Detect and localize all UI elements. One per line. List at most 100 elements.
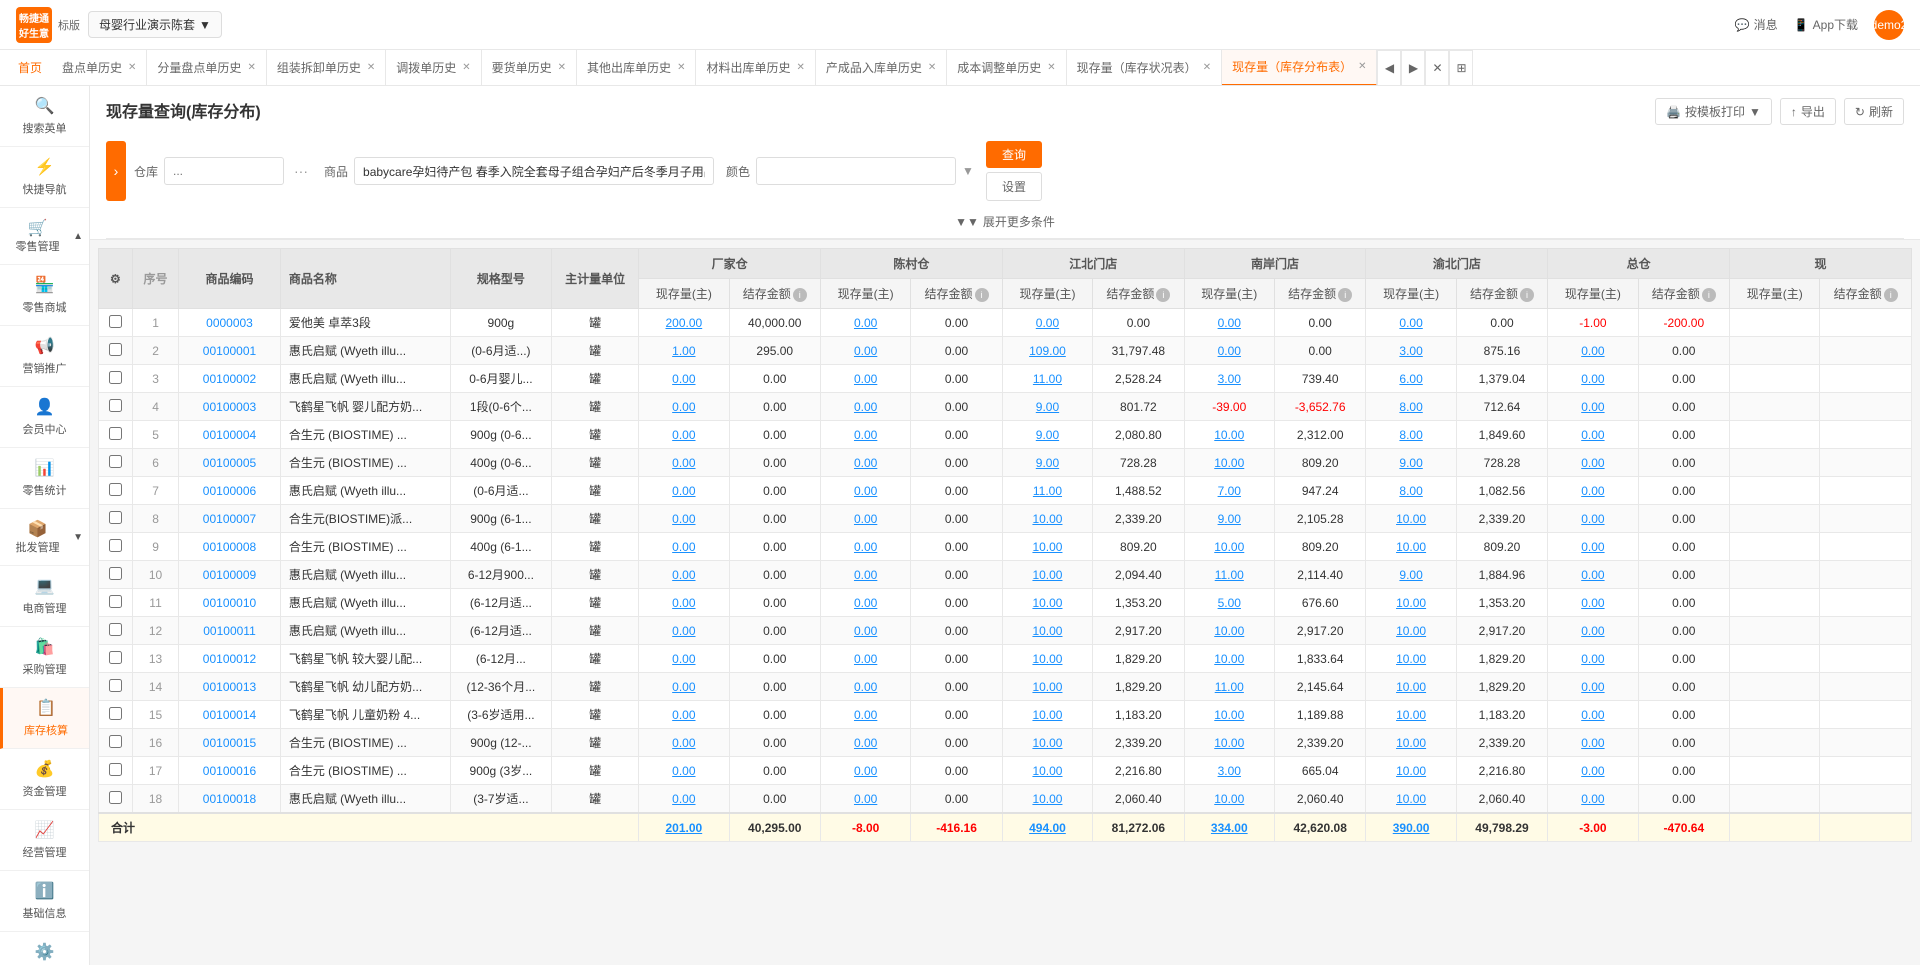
company-selector[interactable]: 母婴行业演示陈套 ▼ [88,11,222,38]
app-download-btn[interactable]: 📱 App下载 [1794,16,1858,33]
cell-cl-qty[interactable]: 0.00 [820,421,910,449]
cell-check[interactable] [99,729,133,757]
cell-yb-qty[interactable]: 10.00 [1366,505,1456,533]
info-icon[interactable]: i [1884,288,1898,302]
cell-t-qty[interactable]: 0.00 [1548,701,1638,729]
cell-jb-qty[interactable]: 10.00 [1002,533,1092,561]
cell-t-qty[interactable]: 0.00 [1548,645,1638,673]
tab-xiancu-status[interactable]: 现存量（库存状况表） ✕ [1067,50,1222,86]
cell-f-qty[interactable]: 0.00 [639,393,729,421]
cell-f-qty[interactable]: 0.00 [639,505,729,533]
cell-na-qty[interactable]: 0.00 [1184,337,1274,365]
cell-na-qty[interactable]: -39.00 [1184,393,1274,421]
cell-jb-qty[interactable]: 10.00 [1002,645,1092,673]
cell-t-qty[interactable]: 0.00 [1548,617,1638,645]
cell-jb-qty[interactable]: 10.00 [1002,561,1092,589]
cell-cl-qty[interactable]: 0.00 [820,785,910,814]
tab-home[interactable]: 首页 [8,50,52,86]
cell-jb-qty[interactable]: 109.00 [1002,337,1092,365]
cell-f-qty[interactable]: 0.00 [639,561,729,589]
user-info[interactable]: demo2 [1874,10,1904,40]
cell-cl-qty[interactable]: 0.00 [820,673,910,701]
cell-t-qty[interactable]: 0.00 [1548,449,1638,477]
print-btn[interactable]: 🖨️ 按模板打印 ▼ [1655,98,1772,125]
cell-check[interactable] [99,449,133,477]
cell-f-qty[interactable]: 0.00 [639,533,729,561]
cell-check[interactable] [99,533,133,561]
tab-close-all[interactable]: ✕ [1425,50,1449,86]
cell-jb-qty[interactable]: 10.00 [1002,701,1092,729]
cell-f-qty[interactable]: 200.00 [639,309,729,337]
info-icon[interactable]: i [1156,288,1170,302]
sidebar-item-inventory[interactable]: 📋 库存核算 [0,688,89,749]
cell-t-qty[interactable]: 0.00 [1548,337,1638,365]
close-icon[interactable]: ✕ [1047,62,1055,73]
info-icon[interactable]: i [1520,288,1534,302]
close-icon[interactable]: ✕ [1358,61,1366,72]
info-icon[interactable]: i [1338,288,1352,302]
cell-cl-qty[interactable]: 0.00 [820,645,910,673]
cell-yb-qty[interactable]: 8.00 [1366,421,1456,449]
cell-na-qty[interactable]: 10.00 [1184,645,1274,673]
cell-na-qty[interactable]: 3.00 [1184,757,1274,785]
sidebar-item-ecom[interactable]: 💻 电商管理 [0,566,89,627]
cell-na-qty[interactable]: 7.00 [1184,477,1274,505]
cell-cl-qty[interactable]: 0.00 [820,393,910,421]
tab-chengben[interactable]: 成本调整单历史 ✕ [947,50,1066,86]
cell-jb-qty[interactable]: 10.00 [1002,785,1092,814]
info-icon[interactable]: i [793,288,807,302]
cell-check[interactable] [99,617,133,645]
cell-t-qty[interactable]: -1.00 [1548,309,1638,337]
cell-jb-qty[interactable]: 9.00 [1002,393,1092,421]
close-icon[interactable]: ✕ [367,62,375,73]
cell-check[interactable] [99,505,133,533]
sidebar-item-nav[interactable]: ⚡ 快捷导航 [0,147,89,208]
cell-t-qty[interactable]: 0.00 [1548,365,1638,393]
cell-check[interactable] [99,393,133,421]
color-input[interactable] [756,157,956,185]
cell-f-qty[interactable]: 0.00 [639,449,729,477]
tab-expand[interactable]: ⊞ [1449,50,1473,86]
cell-t-qty[interactable]: 0.00 [1548,421,1638,449]
tab-prev[interactable]: ◀ [1377,50,1401,86]
sidebar-item-retail-stats[interactable]: 📊 零售统计 [0,448,89,509]
cell-yb-qty[interactable]: 6.00 [1366,365,1456,393]
cell-f-qty[interactable]: 0.00 [639,729,729,757]
query-btn[interactable]: 查询 [986,141,1042,168]
warehouse-more-btn[interactable]: ··· [290,163,312,179]
cell-yb-qty[interactable]: 10.00 [1366,785,1456,814]
cell-cl-qty[interactable]: 0.00 [820,589,910,617]
cell-cl-qty[interactable]: 0.00 [820,449,910,477]
close-icon[interactable]: ✕ [677,62,685,73]
cell-check[interactable] [99,673,133,701]
cell-t-qty[interactable]: 0.00 [1548,505,1638,533]
cell-na-qty[interactable]: 10.00 [1184,617,1274,645]
cell-f-qty[interactable]: 1.00 [639,337,729,365]
cell-cl-qty[interactable]: 0.00 [820,533,910,561]
sidebar-item-basic[interactable]: ℹ️ 基础信息 [0,871,89,932]
goods-input[interactable] [354,157,714,185]
refresh-btn[interactable]: ↻ 刷新 [1844,98,1904,125]
cell-t-qty[interactable]: 0.00 [1548,393,1638,421]
close-icon[interactable]: ✕ [928,62,936,73]
cell-cl-qty[interactable]: 0.00 [820,729,910,757]
cell-yb-qty[interactable]: 10.00 [1366,729,1456,757]
cell-cl-qty[interactable]: 0.00 [820,309,910,337]
cell-na-qty[interactable]: 10.00 [1184,701,1274,729]
cell-na-qty[interactable]: 10.00 [1184,449,1274,477]
cell-t-qty[interactable]: 0.00 [1548,477,1638,505]
sidebar-item-wholesale[interactable]: 📦 批发管理 ▼ [0,509,89,566]
cell-yb-qty[interactable]: 10.00 [1366,645,1456,673]
export-btn[interactable]: ↑ 导出 [1780,98,1836,125]
cell-cl-qty[interactable]: 0.00 [820,617,910,645]
tab-yaohuo[interactable]: 要货单历史 ✕ [482,50,577,86]
cell-cl-qty[interactable]: 0.00 [820,365,910,393]
close-icon[interactable]: ✕ [558,62,566,73]
tab-diaob[interactable]: 调拨单历史 ✕ [386,50,481,86]
cell-jb-qty[interactable]: 11.00 [1002,477,1092,505]
cell-na-qty[interactable]: 0.00 [1184,309,1274,337]
setting-btn[interactable]: 设置 [986,172,1042,201]
cell-na-qty[interactable]: 10.00 [1184,533,1274,561]
cell-na-qty[interactable]: 11.00 [1184,673,1274,701]
sidebar-item-marketing[interactable]: 📢 营销推广 [0,326,89,387]
